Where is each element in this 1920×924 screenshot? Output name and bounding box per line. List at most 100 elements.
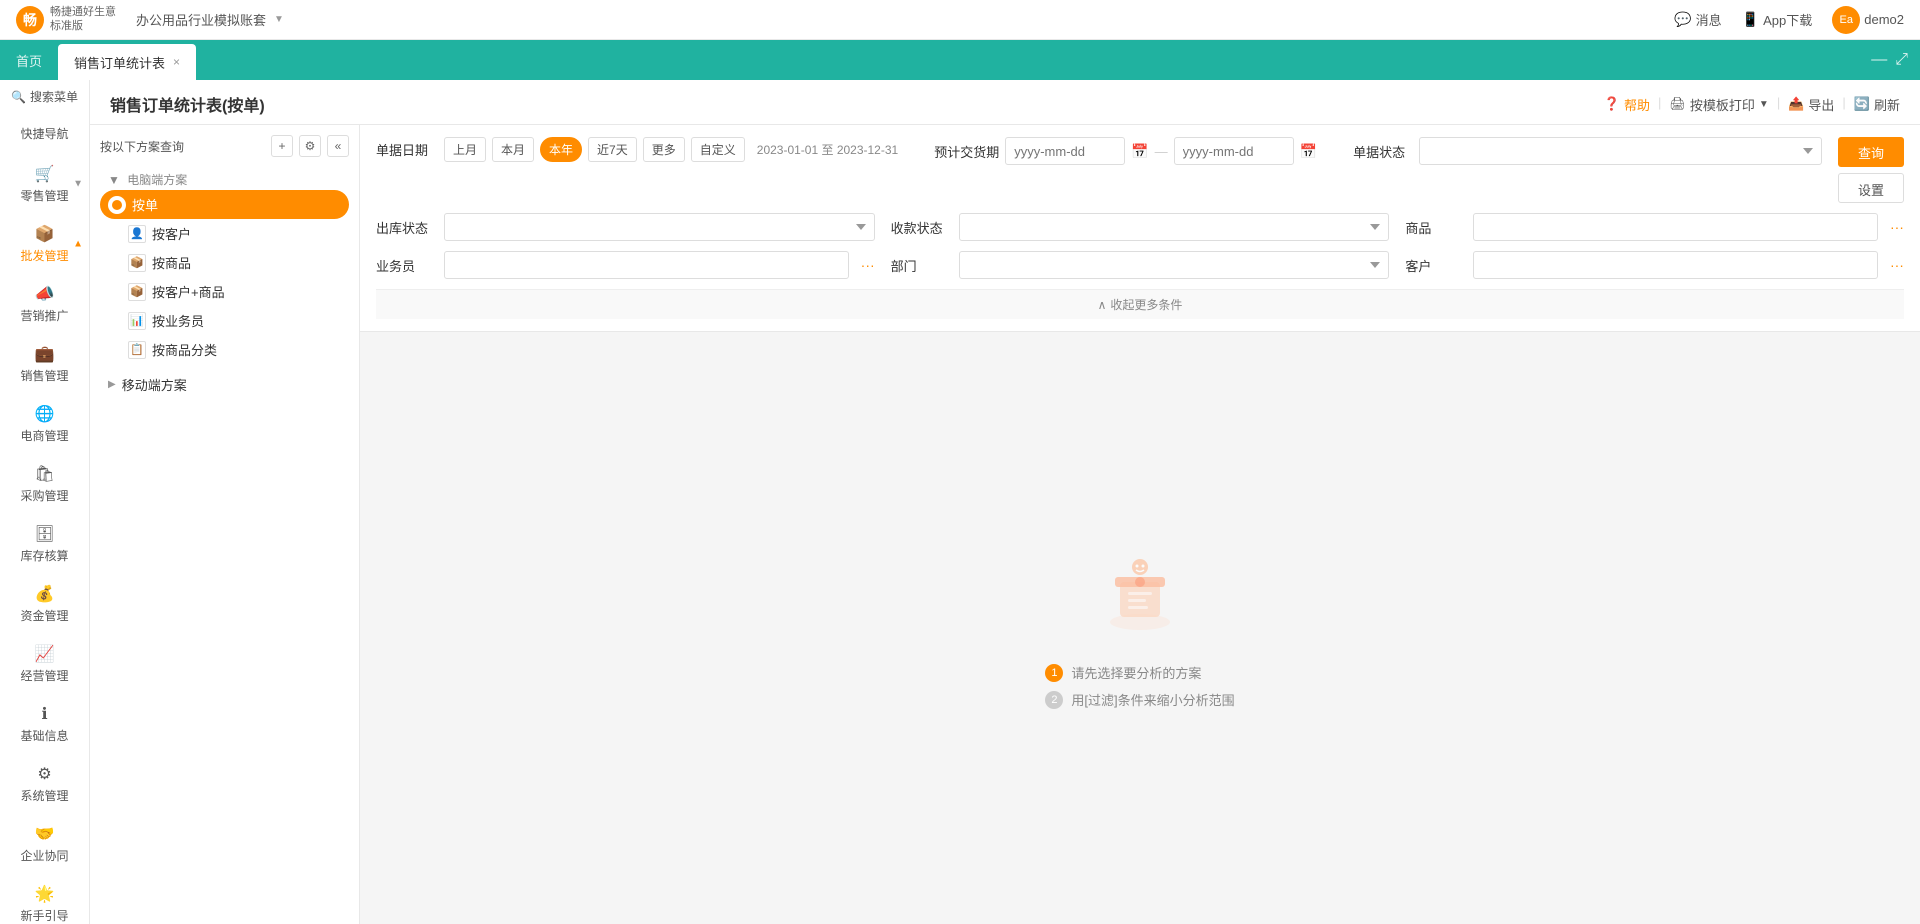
sidebar-item-sales[interactable]: 💼 销售管理 [0, 334, 89, 394]
tree-item-按业务员[interactable]: 📊 按业务员 [120, 306, 349, 335]
messages-button[interactable]: 💬 消息 [1674, 10, 1721, 29]
content-area: 销售订单统计表(按单) ❓ 帮助 | 🖨 按模板打印 ▼ | 📤 导出 | [90, 80, 1920, 924]
tab-bar: 首页 销售订单统计表 × — ⤢ [0, 40, 1920, 80]
expand-arrow-icon: ▼ [108, 173, 120, 187]
top-bar: 畅 畅捷通好生意 标准版 办公用品行业模拟账套 ▼ 💬 消息 📱 App下载 E… [0, 0, 1920, 40]
sidebar-item-corp[interactable]: 🤝 企业协同 [0, 814, 89, 874]
empty-tip-1: 1 请先选择要分析的方案 [1045, 663, 1234, 682]
expected-date-end-input[interactable] [1174, 137, 1294, 165]
search-menu-item[interactable]: 🔍 搜索菜单 [0, 80, 89, 113]
operations-icon: 📈 [35, 644, 55, 664]
sidebar-item-inventory[interactable]: 🗄 库存核算 [0, 514, 89, 574]
tree-item-按单[interactable]: 按单 [100, 190, 349, 219]
purchase-icon: 🛍 [34, 464, 54, 484]
sidebar-item-marketing[interactable]: 📣 营销推广 [0, 274, 89, 334]
sidebar-item-system[interactable]: ⚙ 系统管理 [0, 754, 89, 814]
tree-item-按商品[interactable]: 📦 按商品 [120, 248, 349, 277]
date-btn-this-year[interactable]: 本年 [540, 137, 582, 162]
sales-icon: 💼 [35, 344, 55, 364]
main-layout: 🔍 搜索菜单 快捷导航 🛒 零售管理 ▼ 📦 批发管理 ▲ 📣 营销推广 💼 销… [0, 80, 1920, 924]
date-btn-last7[interactable]: 近7天 [588, 137, 637, 162]
print-icon: 🖨 [1669, 96, 1686, 112]
left-panel-header: 按以下方案查询 + ⚙ « [100, 135, 349, 157]
export-button[interactable]: 📤 导出 [1788, 95, 1834, 114]
finance-icon: 💰 [35, 584, 55, 604]
newbie-icon: 🌟 [35, 884, 55, 904]
sidebar-item-retail[interactable]: 🛒 零售管理 ▼ [0, 154, 89, 214]
page-title: 销售订单统计表(按单) [110, 92, 265, 116]
date-buttons: 上月 本月 本年 近7天 更多 自定义 [444, 137, 745, 162]
export-icon: 📤 [1788, 96, 1804, 112]
sidebar-item-wholesale[interactable]: 📦 批发管理 ▲ [0, 214, 89, 274]
sidebar: 🔍 搜索菜单 快捷导航 🛒 零售管理 ▼ 📦 批发管理 ▲ 📣 营销推广 💼 销… [0, 80, 90, 924]
salesman-filter: 业务员 ··· [376, 251, 875, 279]
refresh-icon: 🔄 [1854, 96, 1870, 112]
tab-close-icon[interactable]: × [173, 55, 180, 69]
filter-row-2: 出库状态 收款状态 商品 ··· [376, 213, 1904, 241]
filter-area: 单据日期 上月 本月 本年 近7天 更多 自定义 2023-01-01 至 20… [360, 125, 1920, 332]
customer-goods-tree-icon: 📦 [128, 283, 146, 301]
basic-icon: ℹ [41, 704, 47, 724]
tree-item-移动端方案[interactable]: ▶ 移动端方案 [100, 370, 349, 399]
department-select[interactable] [959, 251, 1390, 279]
salesman-input[interactable] [444, 251, 849, 279]
date-btn-custom[interactable]: 自定义 [691, 137, 745, 162]
calendar-end-icon[interactable]: 📅 [1300, 143, 1317, 160]
app-download-button[interactable]: 📱 App下载 [1742, 10, 1813, 29]
salesman-tree-icon: 📊 [128, 312, 146, 330]
quick-nav-item[interactable]: 快捷导航 [0, 117, 89, 150]
help-button[interactable]: ❓ 帮助 [1604, 95, 1650, 114]
mobile-arrow-icon: ▶ [108, 379, 116, 390]
refresh-button[interactable]: 🔄 刷新 [1854, 95, 1900, 114]
delivery-status-select[interactable] [444, 213, 875, 241]
user-menu[interactable]: Ea demo2 [1832, 6, 1904, 34]
search-icon: 🔍 [11, 90, 26, 104]
date-filter-group: 单据日期 上月 本月 本年 近7天 更多 自定义 2023-01-01 至 20… [376, 137, 898, 162]
customer-tree-icon: 👤 [128, 225, 146, 243]
date-btn-last-month[interactable]: 上月 [444, 137, 486, 162]
payment-filter: 收款状态 [891, 213, 1390, 241]
search-button[interactable]: 查询 [1838, 137, 1904, 167]
collapse-panel-button[interactable]: « [327, 135, 349, 157]
sidebar-item-purchase[interactable]: 🛍 采购管理 [0, 454, 89, 514]
content-body: 按以下方案查询 + ⚙ « ▼ 电脑端方案 按单 [90, 125, 1920, 924]
tree-item-按商品分类[interactable]: 📋 按商品分类 [120, 335, 349, 364]
payment-status-select[interactable] [959, 213, 1390, 241]
tree-item-按客户+商品[interactable]: 📦 按客户+商品 [120, 277, 349, 306]
tab-sales-order[interactable]: 销售订单统计表 × [58, 44, 196, 80]
goods-filter: 商品 ··· [1405, 213, 1904, 241]
sidebar-item-finance[interactable]: 💰 资金管理 [0, 574, 89, 634]
minimize-icon[interactable]: — [1871, 51, 1887, 69]
settings-scheme-button[interactable]: ⚙ [299, 135, 321, 157]
add-scheme-button[interactable]: + [271, 135, 293, 157]
tab-home[interactable]: 首页 [0, 40, 58, 80]
order-status-select[interactable] [1419, 137, 1822, 165]
tip-num-1: 1 [1045, 664, 1063, 682]
message-icon: 💬 [1674, 11, 1691, 28]
customer-more-icon[interactable]: ··· [1890, 257, 1904, 273]
template-print-arrow-icon: ▼ [1759, 99, 1769, 110]
salesman-more-icon[interactable]: ··· [861, 257, 875, 273]
sidebar-item-newbie[interactable]: 🌟 新手引导 [0, 874, 89, 924]
empty-tip-2: 2 用[过滤]条件来缩小分析范围 [1045, 690, 1234, 709]
order-status-filter: 单据状态 [1353, 137, 1822, 165]
filter-row-3: 业务员 ··· 部门 客户 ··· [376, 251, 1904, 279]
sidebar-item-ecommerce[interactable]: 🌐 电商管理 [0, 394, 89, 454]
tip-num-2: 2 [1045, 691, 1063, 709]
tree-sub-items: 👤 按客户 📦 按商品 📦 按客户+商品 📊 按业务员 [100, 219, 349, 364]
goods-input[interactable] [1473, 213, 1878, 241]
date-btn-more[interactable]: 更多 [643, 137, 685, 162]
customer-input[interactable] [1473, 251, 1878, 279]
sidebar-item-operations[interactable]: 📈 经营管理 [0, 634, 89, 694]
collapse-bar[interactable]: ∧ 收起更多条件 [376, 289, 1904, 319]
calendar-start-icon[interactable]: 📅 [1131, 143, 1148, 160]
dropdown-arrow-icon[interactable]: ▼ [274, 14, 284, 25]
setting-button[interactable]: 设置 [1838, 173, 1904, 203]
template-print-button[interactable]: 🖨 按模板打印 ▼ [1669, 95, 1768, 114]
expected-date-start-input[interactable] [1005, 137, 1125, 165]
goods-more-icon[interactable]: ··· [1890, 219, 1904, 235]
date-btn-this-month[interactable]: 本月 [492, 137, 534, 162]
tree-item-按客户[interactable]: 👤 按客户 [120, 219, 349, 248]
maximize-icon[interactable]: ⤢ [1895, 51, 1908, 69]
sidebar-item-basic[interactable]: ℹ 基础信息 [0, 694, 89, 754]
